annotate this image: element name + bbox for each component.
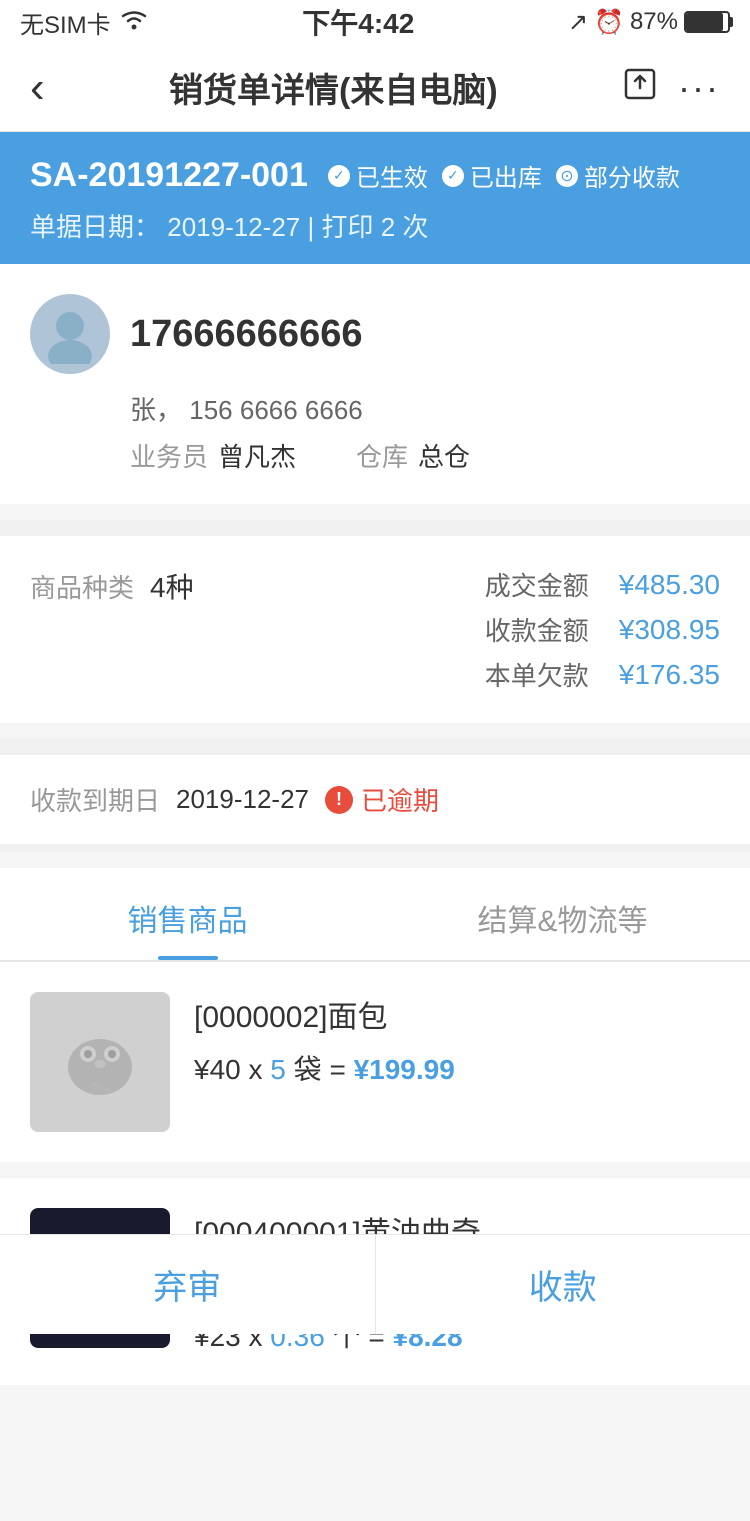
price-unit-1: ¥40 xyxy=(194,1054,241,1085)
customer-phone: 17666666666 xyxy=(130,313,362,356)
warehouse-value: 总仓 xyxy=(418,437,470,474)
product-item: 鸟+ [0000002]面包 ¥40 x 5 袋 = ¥199.99 xyxy=(0,962,750,1162)
print-count-val: 2 xyxy=(381,212,395,242)
owl-image: 鸟+ xyxy=(30,992,170,1132)
salesperson-value: 曾凡杰 xyxy=(218,437,296,474)
stats-section: 商品种类 4种 成交金额 ¥485.30 收款金额 ¥308.95 本单欠款 ¥… xyxy=(0,536,750,723)
product-types-value: 4种 xyxy=(150,566,194,606)
price-x-1: x xyxy=(249,1054,271,1085)
owed-value: ¥176.35 xyxy=(619,659,720,691)
confirm-label: 收款 xyxy=(529,1260,597,1309)
product-price-1: ¥40 x 5 袋 = ¥199.99 xyxy=(194,1048,720,1088)
divider-1 xyxy=(0,520,750,536)
alarm-icon: ⏰ xyxy=(594,8,624,37)
warehouse-item: 仓库 总仓 xyxy=(356,437,470,474)
overdue-badge: ! 已逾期 xyxy=(325,781,439,818)
owed-label: 本单欠款 xyxy=(485,656,589,693)
tab-products[interactable]: 销售商品 xyxy=(0,868,375,960)
customer-avatar xyxy=(30,294,110,374)
price-total-1: ¥199.99 xyxy=(354,1054,455,1085)
nav-bar: ‹ 销货单详情(来自电脑) ··· xyxy=(0,44,750,132)
badge-active-text: 已生效 xyxy=(356,158,428,193)
badge-partial-text: 部分收款 xyxy=(584,158,680,193)
badge-shipped: ✓ 已出库 xyxy=(442,158,542,193)
due-date-value: 2019-12-27 xyxy=(176,784,309,815)
status-time: 下午4:42 xyxy=(302,2,414,42)
received-label: 收款金额 xyxy=(485,611,589,648)
clock-icon: ⊙ xyxy=(560,166,573,186)
salesperson-label: 业务员 xyxy=(130,437,208,474)
status-bar: 无SIM卡 下午4:42 ↗ ⏰ 87% xyxy=(0,0,750,44)
deal-amount-value: ¥485.30 xyxy=(619,569,720,601)
stats-right: 成交金额 ¥485.30 收款金额 ¥308.95 本单欠款 ¥176.35 xyxy=(485,566,720,693)
tabs-container: 销售商品 结算&物流等 xyxy=(0,868,750,962)
status-right: ↗ ⏰ 87% xyxy=(568,8,730,37)
battery-text: 87% xyxy=(630,8,678,36)
customer-section: 17666666666 张， 156 6666 6666 业务员 曾凡杰 仓库 … xyxy=(0,264,750,504)
share-icon[interactable] xyxy=(622,66,658,110)
product-image-1: 鸟+ xyxy=(30,992,170,1132)
bottom-bar: 弃审 收款 xyxy=(0,1234,750,1334)
order-id: SA-20191227-001 xyxy=(30,156,308,195)
salesperson-item: 业务员 曾凡杰 xyxy=(130,437,296,474)
order-date: 单据日期： 2019-12-27 | 打印 2 次 xyxy=(30,207,720,244)
product-name-1: [0000002]面包 xyxy=(194,992,720,1036)
received-value: ¥308.95 xyxy=(619,614,720,646)
customer-meta: 业务员 曾凡杰 仓库 总仓 xyxy=(130,437,720,474)
status-badges: ✓ 已生效 ✓ 已出库 ⊙ 部分收款 xyxy=(328,158,680,193)
page-title: 销货单详情(来自电脑) xyxy=(169,63,498,112)
customer-info: 张， 156 6666 6666 xyxy=(130,390,720,427)
deal-amount-label: 成交金额 xyxy=(485,566,589,603)
carrier-text: 无SIM卡 xyxy=(20,5,111,40)
print-label: | 打印 xyxy=(307,212,373,242)
order-banner: SA-20191227-001 ✓ 已生效 ✓ 已出库 ⊙ 部分收款 单据日期：… xyxy=(0,132,750,264)
badge-shipped-text: 已出库 xyxy=(470,158,542,193)
tab-settlement[interactable]: 结算&物流等 xyxy=(375,868,750,960)
print-suffix: 次 xyxy=(402,212,428,242)
check-icon-2: ✓ xyxy=(447,167,459,184)
owed-row: 本单欠款 ¥176.35 xyxy=(485,656,720,693)
stats-left: 商品种类 4种 xyxy=(30,566,194,606)
check-icon: ✓ xyxy=(333,167,345,184)
due-date-label: 收款到期日 xyxy=(30,781,160,818)
price-eq-1: = xyxy=(329,1054,353,1085)
due-date-section: 收款到期日 2019-12-27 ! 已逾期 xyxy=(0,755,750,852)
received-row: 收款金额 ¥308.95 xyxy=(485,611,720,648)
badge-partial: ⊙ 部分收款 xyxy=(556,158,680,193)
wifi-icon xyxy=(119,8,149,37)
confirm-button[interactable]: 收款 xyxy=(376,1235,750,1334)
customer-contact-phone: 156 6666 6666 xyxy=(189,395,363,425)
product-types-label: 商品种类 xyxy=(30,568,134,605)
cancel-button[interactable]: 弃审 xyxy=(0,1235,376,1334)
back-button[interactable]: ‹ xyxy=(30,63,45,113)
warehouse-label: 仓库 xyxy=(356,437,408,474)
battery-icon xyxy=(684,11,730,33)
more-icon[interactable]: ··· xyxy=(678,67,720,109)
customer-name: 张， xyxy=(130,395,182,425)
overdue-text: 已逾期 xyxy=(361,781,439,818)
tab-settlement-label: 结算&物流等 xyxy=(477,905,647,938)
price-unit-label-1: 袋 xyxy=(294,1054,322,1085)
location-icon: ↗ xyxy=(568,8,588,37)
date-value: 2019-12-27 xyxy=(167,212,300,242)
overdue-icon: ! xyxy=(325,786,353,814)
price-qty-1: 5 xyxy=(270,1054,286,1085)
nav-actions: ··· xyxy=(622,66,720,110)
svg-text:鸟+: 鸟+ xyxy=(89,1081,111,1097)
product-info-1: [0000002]面包 ¥40 x 5 袋 = ¥199.99 xyxy=(194,992,720,1088)
badge-active: ✓ 已生效 xyxy=(328,158,428,193)
deal-amount-row: 成交金额 ¥485.30 xyxy=(485,566,720,603)
date-label: 单据日期： xyxy=(30,212,160,242)
cancel-label: 弃审 xyxy=(153,1260,221,1309)
status-left: 无SIM卡 xyxy=(20,5,149,40)
tab-products-label: 销售商品 xyxy=(128,905,248,938)
customer-row: 17666666666 xyxy=(30,294,720,374)
divider-2 xyxy=(0,739,750,755)
bottom-spacer xyxy=(0,1401,750,1521)
